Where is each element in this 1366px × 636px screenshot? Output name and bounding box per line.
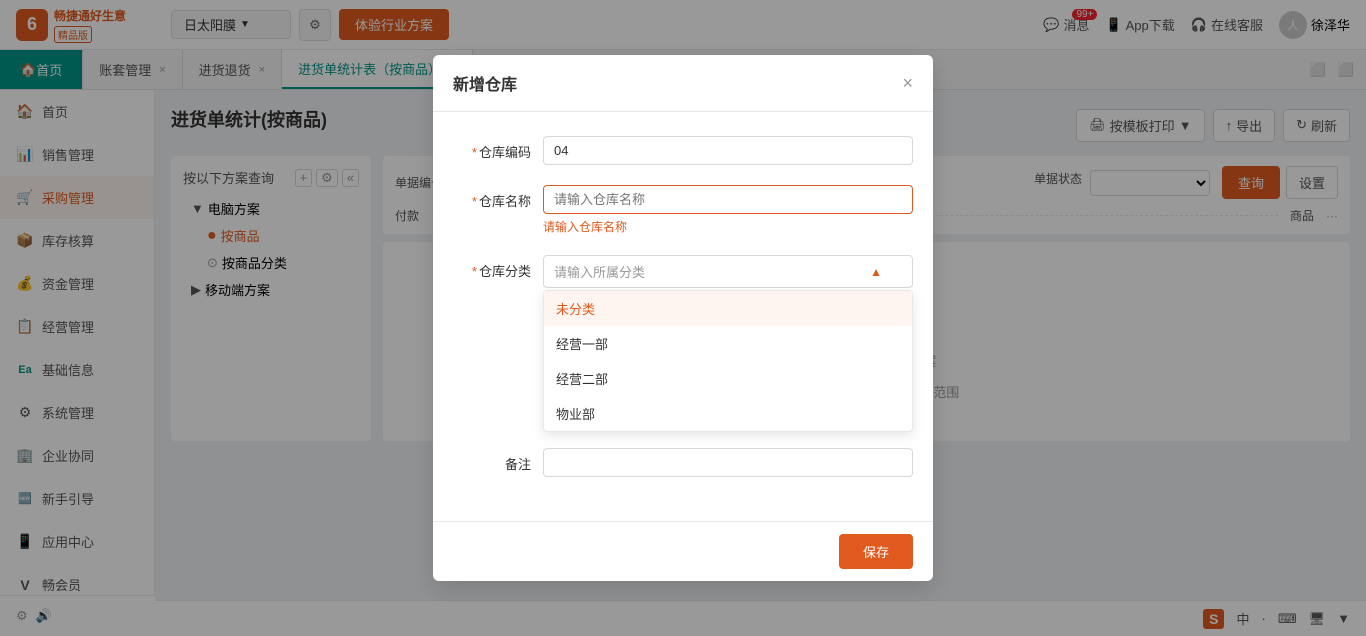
- dropdown-arrow-icon: ▲: [870, 265, 882, 279]
- option-dept2[interactable]: 经营二部: [544, 361, 912, 396]
- name-control: 请输入仓库名称: [543, 185, 913, 235]
- option-dept1[interactable]: 经营一部: [544, 326, 912, 361]
- category-control: 请输入所属分类 ▲ 未分类 经营一部 经营二部 物业部: [543, 255, 913, 288]
- code-input[interactable]: [543, 136, 913, 165]
- option-property[interactable]: 物业部: [544, 396, 912, 431]
- note-input[interactable]: [543, 448, 913, 477]
- code-label: *仓库编码: [453, 136, 543, 161]
- category-label: *仓库分类: [453, 255, 543, 280]
- form-row-category: *仓库分类 请输入所属分类 ▲ 未分类 经营一部 经营二部 物业部: [453, 255, 913, 288]
- form-row-name: *仓库名称 请输入仓库名称: [453, 185, 913, 235]
- save-button[interactable]: 保存: [839, 534, 913, 569]
- code-control: [543, 136, 913, 165]
- option-uncategorized[interactable]: 未分类: [544, 291, 912, 326]
- category-dropdown[interactable]: 请输入所属分类 ▲: [543, 255, 913, 288]
- modal-body: *仓库编码 *仓库名称 请输入仓库名称 *仓库分类 请输入所属分类: [433, 112, 933, 521]
- modal-close-button[interactable]: ×: [902, 73, 913, 94]
- category-dropdown-list: 未分类 经营一部 经营二部 物业部: [543, 290, 913, 432]
- modal-header: 新增仓库 ×: [433, 55, 933, 112]
- name-error-msg: 请输入仓库名称: [543, 218, 913, 235]
- new-warehouse-modal: 新增仓库 × *仓库编码 *仓库名称 请输入仓库名称 *仓库分类: [433, 55, 933, 581]
- modal-footer: 保存: [433, 521, 933, 581]
- form-row-code: *仓库编码: [453, 136, 913, 165]
- note-label: 备注: [453, 448, 543, 473]
- form-row-note: 备注: [453, 448, 913, 477]
- modal-title: 新增仓库: [453, 71, 517, 95]
- note-control: [543, 448, 913, 477]
- name-input[interactable]: [543, 185, 913, 214]
- name-label: *仓库名称: [453, 185, 543, 210]
